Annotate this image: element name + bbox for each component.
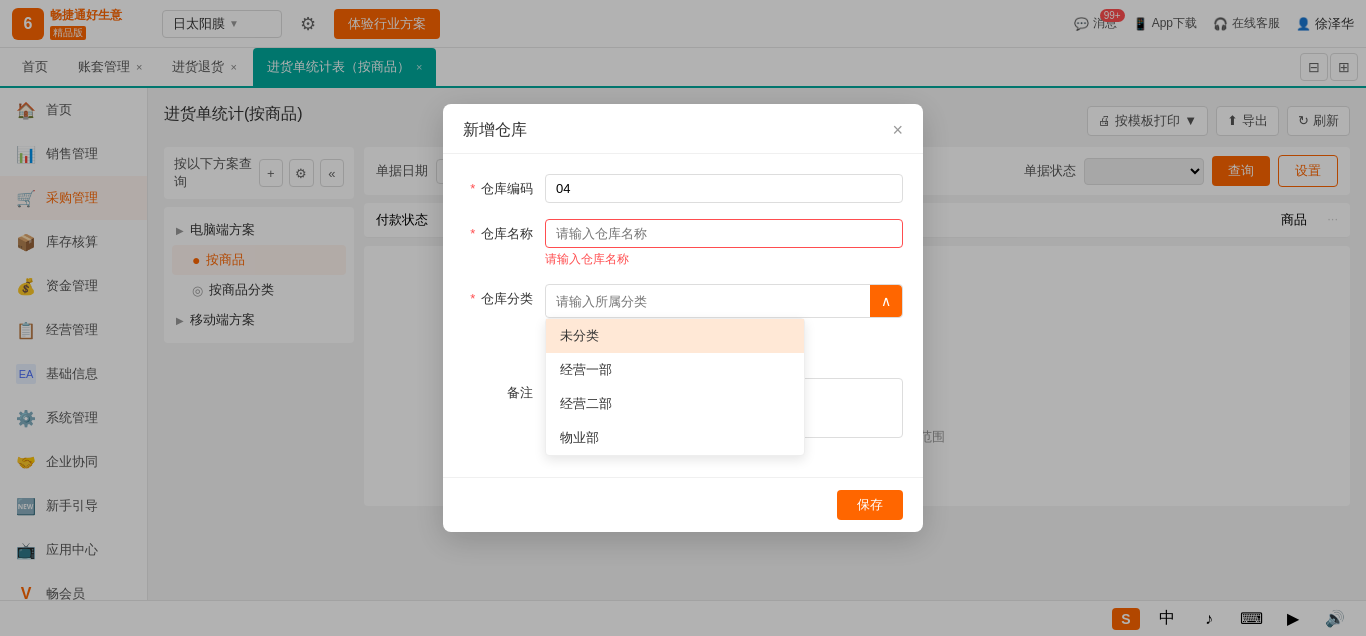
code-field bbox=[545, 174, 903, 203]
code-label: * 仓库编码 bbox=[463, 174, 533, 198]
dropdown-item-dept1[interactable]: 经营一部 bbox=[546, 353, 804, 387]
dialog-close-button[interactable]: × bbox=[892, 120, 903, 141]
classify-row: * 仓库分类 ∧ 未分类 经营一部 bbox=[463, 284, 903, 318]
name-input[interactable] bbox=[545, 219, 903, 248]
add-warehouse-dialog: 新增仓库 × * 仓库编码 * 仓库名称 bbox=[443, 104, 923, 532]
name-label-text: 仓库名称 bbox=[481, 226, 533, 241]
name-label: * 仓库名称 bbox=[463, 219, 533, 243]
name-row: * 仓库名称 请输入仓库名称 bbox=[463, 219, 903, 268]
modal-overlay: 新增仓库 × * 仓库编码 * 仓库名称 bbox=[0, 0, 1366, 636]
required-star: * bbox=[470, 181, 475, 196]
classify-dropdown: 未分类 经营一部 经营二部 物业部 bbox=[545, 318, 805, 456]
name-field: 请输入仓库名称 bbox=[545, 219, 903, 268]
classify-label: * 仓库分类 bbox=[463, 284, 533, 308]
dialog-footer: 保存 bbox=[443, 477, 923, 532]
classify-input-wrap: ∧ bbox=[545, 284, 903, 318]
dropdown-label-dept1: 经营一部 bbox=[560, 362, 612, 377]
dropdown-label-dept2: 经营二部 bbox=[560, 396, 612, 411]
code-label-text: 仓库编码 bbox=[481, 181, 533, 196]
classify-toggle-button[interactable]: ∧ bbox=[870, 285, 902, 317]
code-input[interactable] bbox=[545, 174, 903, 203]
classify-field: ∧ 未分类 经营一部 经营二部 物业部 bbox=[545, 284, 903, 318]
dropdown-label-unclassified: 未分类 bbox=[560, 328, 599, 343]
dropdown-label-dept3: 物业部 bbox=[560, 430, 599, 445]
name-error-msg: 请输入仓库名称 bbox=[545, 251, 903, 268]
classify-input[interactable] bbox=[546, 288, 870, 315]
save-button[interactable]: 保存 bbox=[837, 490, 903, 520]
required-star-name: * bbox=[470, 226, 475, 241]
dialog-body: * 仓库编码 * 仓库名称 请输入仓库名称 bbox=[443, 154, 923, 477]
classify-label-text: 仓库分类 bbox=[481, 291, 533, 306]
dialog-title: 新增仓库 bbox=[463, 120, 527, 141]
dropdown-item-dept2[interactable]: 经营二部 bbox=[546, 387, 804, 421]
dialog-header: 新增仓库 × bbox=[443, 104, 923, 154]
dropdown-item-dept3[interactable]: 物业部 bbox=[546, 421, 804, 455]
dropdown-item-unclassified[interactable]: 未分类 bbox=[546, 319, 804, 353]
required-star-classify: * bbox=[470, 291, 475, 306]
code-row: * 仓库编码 bbox=[463, 174, 903, 203]
remark-label: 备注 bbox=[463, 378, 533, 402]
